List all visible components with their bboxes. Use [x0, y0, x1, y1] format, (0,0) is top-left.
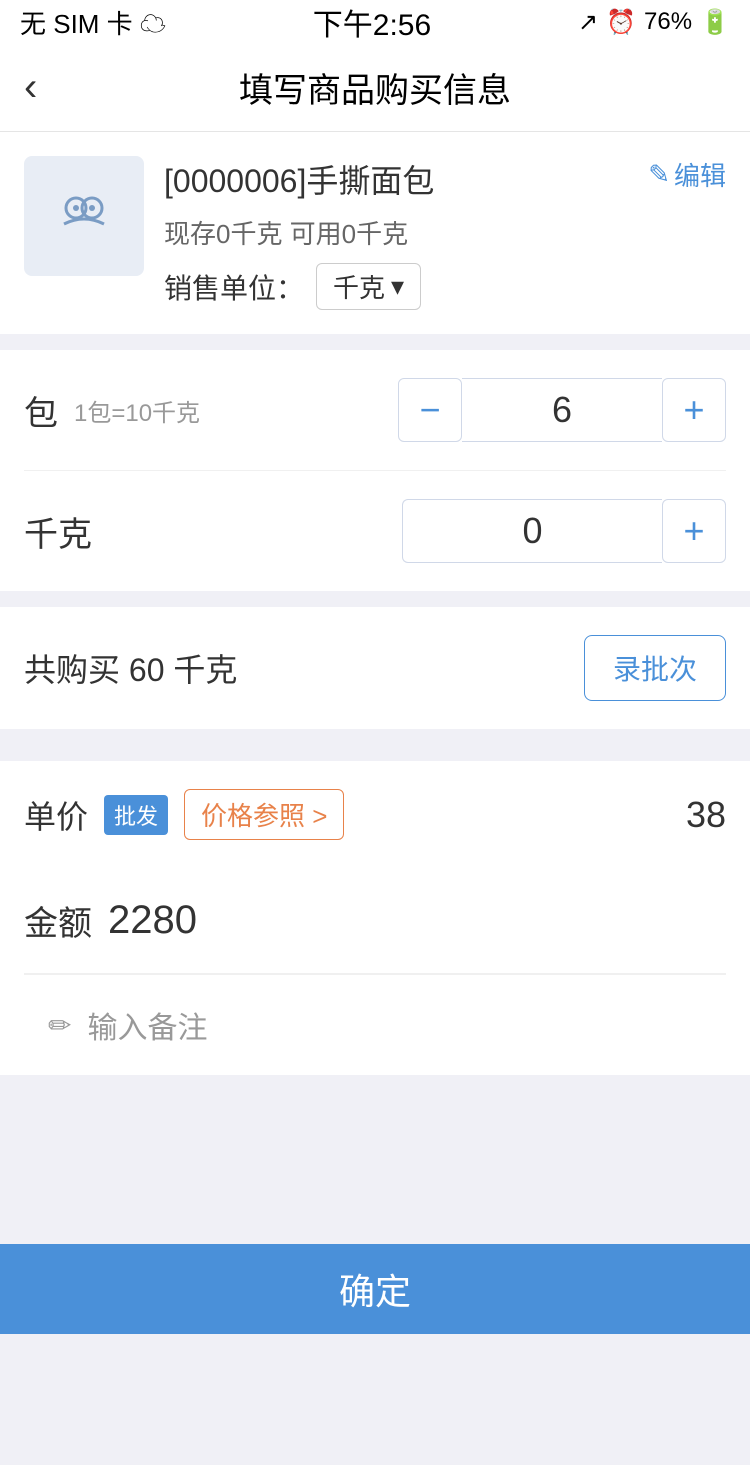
product-unit-row: 销售单位： 千克 ▾: [164, 263, 726, 310]
unit-select[interactable]: 千克 ▾: [316, 263, 421, 310]
product-card: [0000006]手撕面包 ✎ 编辑 现存0千克 可用0千克 销售单位： 千克 …: [0, 132, 750, 334]
unit-label: 销售单位：: [164, 267, 304, 307]
qty-plus-kg[interactable]: +: [662, 499, 726, 563]
nav-bar: ‹ 填写商品购买信息: [0, 44, 750, 132]
qty-input-kg[interactable]: [402, 499, 662, 563]
amount-container: 金额 2280 ✏ 输入备注: [0, 868, 750, 1075]
remark-row[interactable]: ✏ 输入备注: [24, 974, 726, 1075]
remark-placeholder: 输入备注: [87, 1003, 207, 1047]
confirm-button[interactable]: 确定: [339, 1263, 411, 1315]
battery-text: 76%: [644, 8, 692, 36]
qty-label-bao: 包 1包=10千克: [24, 386, 200, 435]
pencil-icon: ✏: [48, 1009, 71, 1042]
batch-button[interactable]: 录批次: [584, 635, 726, 701]
chevron-down-icon: ▾: [391, 271, 404, 302]
amount-value: 2280: [108, 898, 197, 943]
separator-1: [0, 745, 750, 761]
amount-label: 金额: [24, 896, 92, 945]
qty-unit-bao: 包: [24, 386, 58, 435]
price-label: 单价: [24, 792, 88, 838]
price-section: 单价 批发 价格参照 > 38: [0, 761, 750, 868]
summary-text: 共购买 60 千克: [24, 645, 237, 691]
sim-status: 无 SIM 卡 ☁: [20, 4, 166, 41]
price-ref-button[interactable]: 价格参照 >: [184, 789, 344, 840]
page-title: 填写商品购买信息: [239, 63, 511, 112]
qty-control-bao: − +: [398, 378, 726, 442]
quantity-row-bao: 包 1包=10千克 − +: [24, 350, 726, 471]
qty-plus-bao[interactable]: +: [662, 378, 726, 442]
status-time: 下午2:56: [313, 0, 431, 44]
summary-section: 共购买 60 千克 录批次: [0, 607, 750, 729]
product-name: [0000006]手撕面包: [164, 156, 434, 202]
qty-minus-bao[interactable]: −: [398, 378, 462, 442]
product-info: [0000006]手撕面包 ✎ 编辑 现存0千克 可用0千克 销售单位： 千克 …: [164, 156, 726, 310]
alarm-icon: ⏰: [606, 8, 636, 37]
price-value: 38: [686, 794, 726, 836]
product-stock: 现存0千克 可用0千克: [164, 214, 726, 251]
qty-hint-bao: 1包=10千克: [74, 393, 200, 428]
qty-label-kg: 千克: [24, 507, 92, 556]
status-bar: 无 SIM 卡 ☁ 下午2:56 ↗ ⏰ 76% 🔋: [0, 0, 750, 44]
back-button[interactable]: ‹: [24, 65, 37, 110]
status-right: ↗ ⏰ 76% 🔋: [578, 8, 730, 37]
product-image: [24, 156, 144, 276]
edit-icon: ✎: [648, 159, 670, 190]
quantity-row-kg: 千克 +: [24, 471, 726, 591]
price-tag: 批发: [104, 795, 168, 835]
qty-unit-kg: 千克: [24, 507, 92, 556]
quantity-section: 包 1包=10千克 − + 千克 +: [0, 350, 750, 591]
confirm-bar[interactable]: 确定: [0, 1244, 750, 1334]
location-icon: ↗: [578, 8, 598, 37]
status-left: 无 SIM 卡 ☁: [20, 4, 166, 41]
qty-control-kg: +: [402, 499, 726, 563]
battery-icon: 🔋: [700, 8, 730, 37]
qty-input-bao[interactable]: [462, 378, 662, 442]
unit-value: 千克: [333, 268, 385, 305]
edit-button[interactable]: ✎ 编辑: [648, 156, 726, 193]
edit-label: 编辑: [674, 156, 726, 193]
